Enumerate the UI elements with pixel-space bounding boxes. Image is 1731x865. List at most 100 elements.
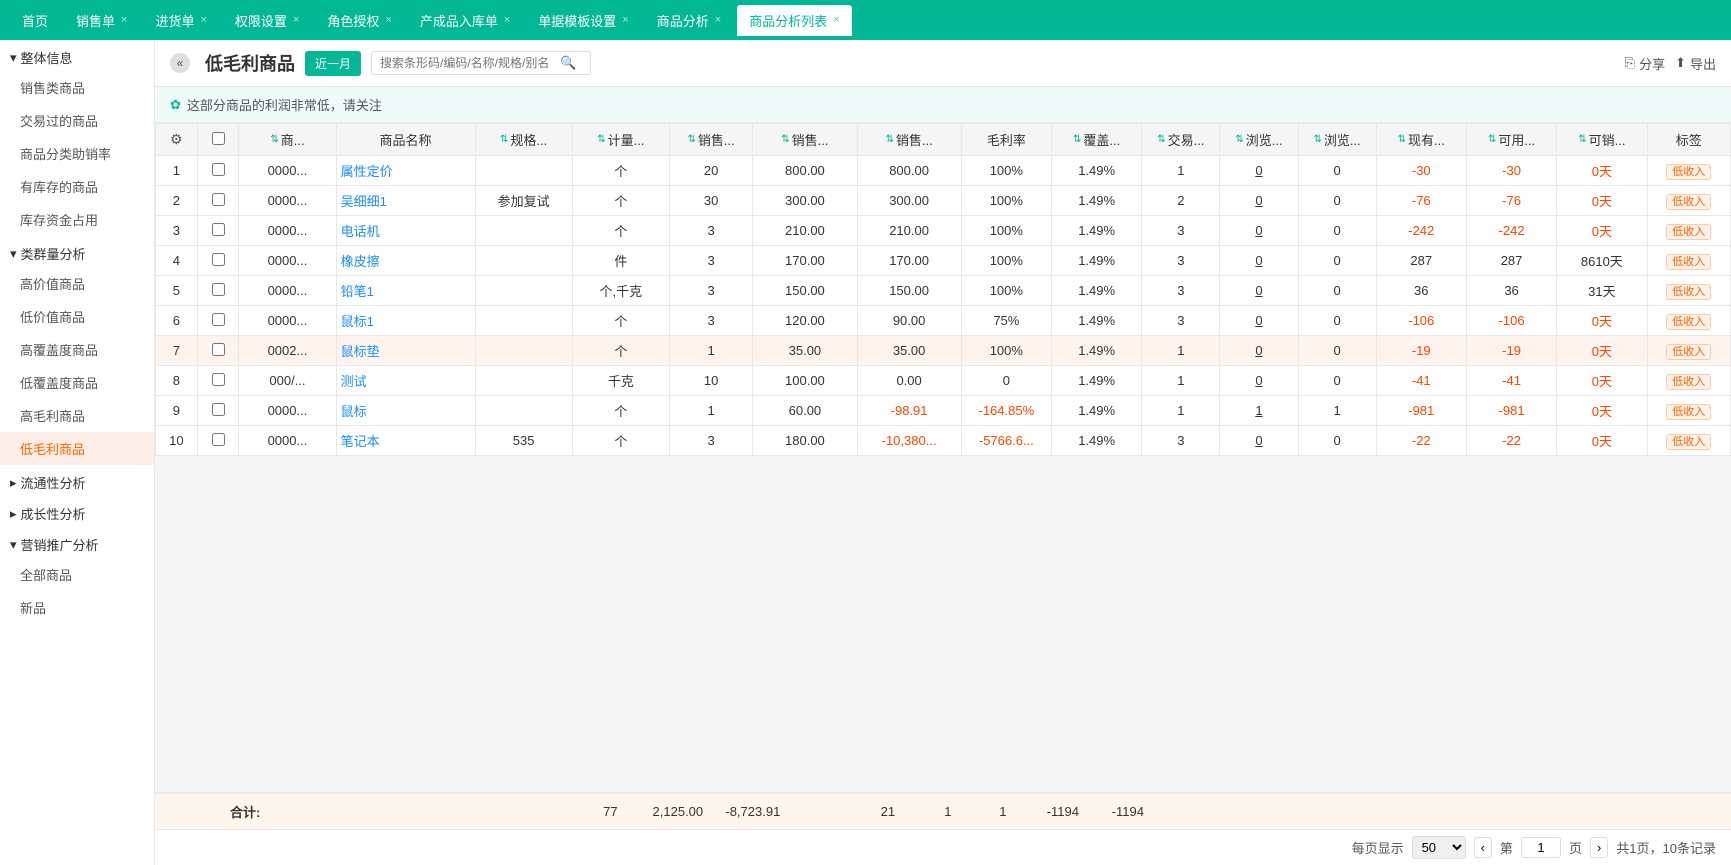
row-checkbox[interactable] bbox=[212, 373, 225, 386]
cell-sales2: 210.00 bbox=[753, 216, 857, 246]
cell-checkbox[interactable] bbox=[197, 306, 239, 336]
sidebar-item-低覆盖度商品[interactable]: 低覆盖度商品 bbox=[0, 366, 154, 399]
sidebar-item-新品[interactable]: 新品 bbox=[0, 591, 154, 624]
sidebar-group-营销推广分析[interactable]: ▾ 营销推广分析 bbox=[0, 527, 154, 558]
cell-view1[interactable]: 0 bbox=[1220, 216, 1298, 246]
cell-tag: 低收入 bbox=[1647, 216, 1731, 246]
nav-item-purchase[interactable]: 进货单 × bbox=[143, 5, 218, 36]
cell-checkbox[interactable] bbox=[197, 246, 239, 276]
cell-name[interactable]: 吴细细1 bbox=[336, 186, 475, 216]
cell-checkbox[interactable] bbox=[197, 216, 239, 246]
sidebar-item-高价值商品[interactable]: 高价值商品 bbox=[0, 267, 154, 300]
close-purchase-icon[interactable]: × bbox=[200, 14, 206, 26]
nav-item-analysis[interactable]: 商品分析 × bbox=[645, 5, 733, 36]
row-checkbox[interactable] bbox=[212, 403, 225, 416]
cell-view1[interactable]: 0 bbox=[1220, 306, 1298, 336]
next-page-btn[interactable]: › bbox=[1590, 837, 1608, 858]
row-checkbox[interactable] bbox=[212, 283, 225, 296]
cell-name[interactable]: 电话机 bbox=[336, 216, 475, 246]
close-analysis-list-icon[interactable]: × bbox=[833, 14, 839, 26]
sidebar-item-高覆盖度商品[interactable]: 高覆盖度商品 bbox=[0, 333, 154, 366]
time-filter-btn[interactable]: 近一月 bbox=[305, 51, 361, 76]
nav-item-product-in[interactable]: 产成品入库单 × bbox=[408, 5, 522, 36]
collapse-sidebar-btn[interactable]: « bbox=[170, 53, 190, 73]
row-checkbox[interactable] bbox=[212, 223, 225, 236]
cell-view1[interactable]: 0 bbox=[1220, 186, 1298, 216]
col-trade: ⇅交易... bbox=[1142, 124, 1220, 156]
sidebar-group-成长性分析[interactable]: ▸ 成长性分析 bbox=[0, 496, 154, 527]
nav-item-analysis-list[interactable]: 商品分析列表 × bbox=[737, 5, 851, 36]
sidebar-item-高毛利商品[interactable]: 高毛利商品 bbox=[0, 399, 154, 432]
nav-item-sales[interactable]: 销售单 × bbox=[64, 5, 139, 36]
close-template-icon[interactable]: × bbox=[622, 14, 628, 26]
cell-checkbox[interactable] bbox=[197, 156, 239, 186]
cell-name[interactable]: 鼠标 bbox=[336, 396, 475, 426]
nav-item-home[interactable]: 首页 bbox=[10, 5, 60, 36]
col-checkbox[interactable] bbox=[197, 124, 239, 156]
sidebar-item-全部商品[interactable]: 全部商品 bbox=[0, 558, 154, 591]
row-checkbox[interactable] bbox=[212, 343, 225, 356]
close-permissions-icon[interactable]: × bbox=[293, 14, 299, 26]
cell-view1[interactable]: 1 bbox=[1220, 396, 1298, 426]
cell-checkbox[interactable] bbox=[197, 396, 239, 426]
cell-name[interactable]: 测试 bbox=[336, 366, 475, 396]
prev-page-btn[interactable]: ‹ bbox=[1474, 837, 1492, 858]
search-input[interactable] bbox=[380, 56, 560, 70]
cell-checkbox[interactable] bbox=[197, 186, 239, 216]
row-checkbox[interactable] bbox=[212, 433, 225, 446]
table-row: 2 0000... 吴细细1 参加复试 个 30 300.00 300.00 1… bbox=[156, 186, 1731, 216]
page-input[interactable] bbox=[1521, 837, 1561, 858]
sidebar-group-整体信息[interactable]: ▾ 整体信息 bbox=[0, 40, 154, 71]
sidebar-item-交易过的商品[interactable]: 交易过的商品 bbox=[0, 104, 154, 137]
per-page-select[interactable]: 50 100 200 bbox=[1412, 836, 1466, 859]
close-roles-icon[interactable]: × bbox=[385, 14, 391, 26]
export-btn[interactable]: ⬆ 导出 bbox=[1675, 54, 1716, 73]
cell-name[interactable]: 属性定价 bbox=[336, 156, 475, 186]
sidebar-item-低价值商品[interactable]: 低价值商品 bbox=[0, 300, 154, 333]
row-checkbox[interactable] bbox=[212, 163, 225, 176]
cell-name[interactable]: 铅笔1 bbox=[336, 276, 475, 306]
cell-name[interactable]: 鼠标1 bbox=[336, 306, 475, 336]
share-btn[interactable]: ⎘ 分享 bbox=[1625, 54, 1665, 73]
col-settings[interactable]: ⚙ bbox=[156, 124, 198, 156]
search-icon[interactable]: 🔍 bbox=[560, 55, 576, 71]
close-sales-icon[interactable]: × bbox=[121, 14, 127, 26]
select-all-checkbox[interactable] bbox=[212, 132, 225, 145]
cell-checkbox[interactable] bbox=[197, 276, 239, 306]
cell-view1[interactable]: 0 bbox=[1220, 366, 1298, 396]
cell-view1[interactable]: 0 bbox=[1220, 276, 1298, 306]
cell-view1[interactable]: 0 bbox=[1220, 426, 1298, 456]
table-row: 5 0000... 铅笔1 个,千克 3 150.00 150.00 100% … bbox=[156, 276, 1731, 306]
cell-name[interactable]: 笔记本 bbox=[336, 426, 475, 456]
cell-coverage: 1.49% bbox=[1051, 396, 1141, 426]
cell-view1[interactable]: 0 bbox=[1220, 156, 1298, 186]
cell-view1[interactable]: 0 bbox=[1220, 336, 1298, 366]
cell-name[interactable]: 鼠标垫 bbox=[336, 336, 475, 366]
cell-checkbox[interactable] bbox=[197, 426, 239, 456]
sidebar-item-商品分类助销率[interactable]: 商品分类助销率 bbox=[0, 137, 154, 170]
cell-checkbox[interactable] bbox=[197, 336, 239, 366]
nav-item-template[interactable]: 单据模板设置 × bbox=[526, 5, 640, 36]
sidebar-group-流通性分析[interactable]: ▸ 流通性分析 bbox=[0, 465, 154, 496]
sidebar-group-类群量分析[interactable]: ▾ 类群量分析 bbox=[0, 236, 154, 267]
cell-checkbox[interactable] bbox=[197, 366, 239, 396]
sidebar-item-有库存的商品[interactable]: 有库存的商品 bbox=[0, 170, 154, 203]
cell-unit: 个 bbox=[572, 396, 669, 426]
close-product-in-icon[interactable]: × bbox=[504, 14, 510, 26]
cell-coverage: 1.49% bbox=[1051, 366, 1141, 396]
nav-item-roles[interactable]: 角色授权 × bbox=[315, 5, 403, 36]
cell-trade: 1 bbox=[1142, 156, 1220, 186]
row-checkbox[interactable] bbox=[212, 253, 225, 266]
sidebar-item-库存资金占用[interactable]: 库存资金占用 bbox=[0, 203, 154, 236]
row-checkbox[interactable] bbox=[212, 193, 225, 206]
table-row: 8 000/... 测试 千克 10 100.00 0.00 0 1.49% 1… bbox=[156, 366, 1731, 396]
cell-view1[interactable]: 0 bbox=[1220, 246, 1298, 276]
cell-view2: 0 bbox=[1298, 216, 1376, 246]
close-analysis-icon[interactable]: × bbox=[715, 14, 721, 26]
sidebar-item-低毛利商品[interactable]: 低毛利商品 bbox=[0, 432, 154, 465]
nav-item-permissions[interactable]: 权限设置 × bbox=[223, 5, 311, 36]
sidebar-item-销售类商品[interactable]: 销售类商品 bbox=[0, 71, 154, 104]
cell-trade: 1 bbox=[1142, 366, 1220, 396]
row-checkbox[interactable] bbox=[212, 313, 225, 326]
cell-name[interactable]: 橡皮擦 bbox=[336, 246, 475, 276]
